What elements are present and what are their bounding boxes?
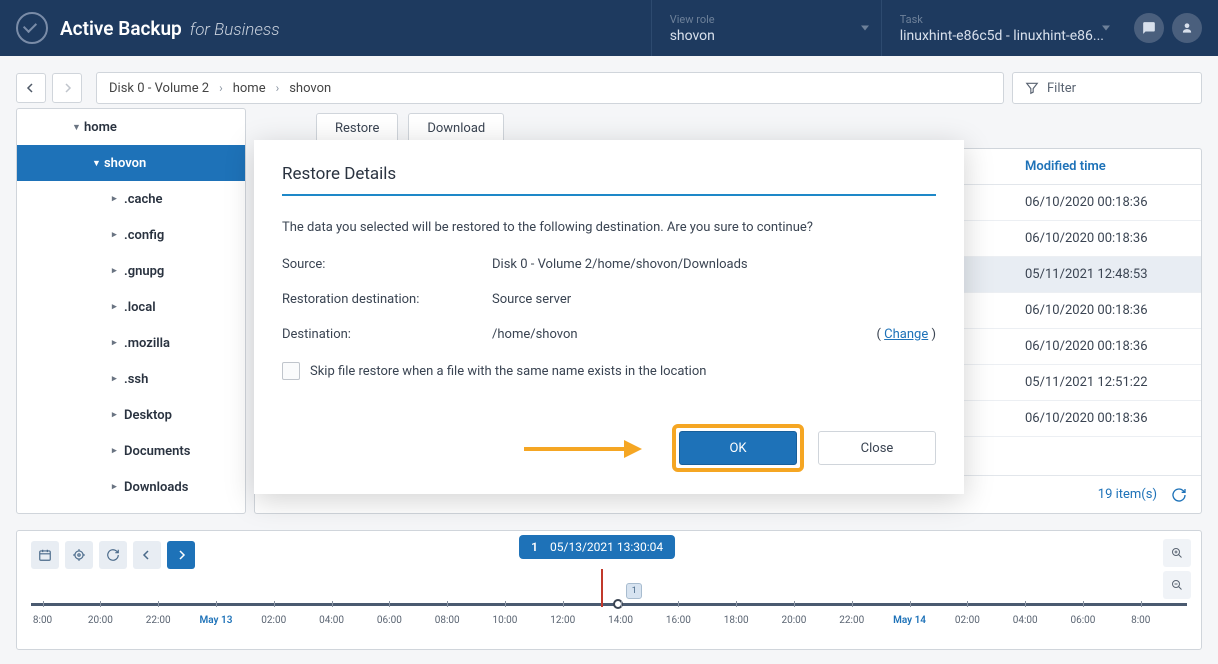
destination-label: Destination: (282, 327, 492, 342)
app-title: Active Backup for Business (60, 17, 280, 40)
skip-file-label: Skip file restore when a file with the s… (310, 364, 706, 379)
timeline-tick-label: 04:00 (1013, 615, 1038, 626)
modal-body-text: The data you selected will be restored t… (282, 220, 936, 235)
refresh-icon[interactable] (99, 541, 127, 569)
view-role-dropdown[interactable]: View role shovon (651, 0, 881, 56)
chevron-right-icon: › (276, 81, 280, 95)
tree-item[interactable]: ▸.gnupg (17, 253, 245, 289)
close-button[interactable]: Close (818, 431, 936, 465)
timeline-tick-label: 06:00 (1071, 615, 1096, 626)
folder-tree[interactable]: ▼home ▼shovon ▸.cache▸.config▸.gnupg▸.lo… (16, 108, 246, 514)
chevron-down-icon (861, 26, 869, 31)
timeline-tick-label: 8:00 (1131, 615, 1150, 626)
user-icon[interactable] (1172, 13, 1202, 43)
timeline-tick-label: 16:00 (666, 615, 691, 626)
tree-item[interactable]: ▸Downloads (17, 469, 245, 505)
tree-item[interactable]: ▸.ssh (17, 361, 245, 397)
tree-item-home[interactable]: ▼home (17, 109, 245, 145)
restore-button[interactable]: Restore (316, 113, 398, 143)
timeline-tick-label: 22:00 (839, 615, 864, 626)
tree-item[interactable]: ▸Documents (17, 433, 245, 469)
skip-file-checkbox[interactable] (282, 362, 300, 380)
task-dropdown[interactable]: Task linuxhint-e86c5d - linuxhint-e86... (881, 0, 1122, 56)
timeline-mini-badge[interactable]: 1 (626, 583, 642, 599)
app-header: Active Backup for Business View role sho… (0, 0, 1218, 56)
timeline-tick-label: 22:00 (146, 615, 171, 626)
messages-icon[interactable] (1134, 13, 1164, 43)
tree-item[interactable]: ▸Desktop (17, 397, 245, 433)
chevron-down-icon (1102, 26, 1110, 31)
chevron-right-icon: › (219, 81, 223, 95)
timeline-tick-label: 02:00 (261, 615, 286, 626)
timeline-tick-label: 12:00 (550, 615, 575, 626)
timeline-tick-label: May 14 (893, 615, 926, 626)
tree-item[interactable]: ▸.local (17, 289, 245, 325)
timeline-tick-label: 20:00 (782, 615, 807, 626)
timeline-tick-label: 06:00 (377, 615, 402, 626)
timeline-marker[interactable] (601, 569, 603, 607)
source-value: Disk 0 - Volume 2/home/shovon/Downloads (492, 257, 936, 272)
restoration-destination-value: Source server (492, 292, 936, 307)
view-role-value: shovon (670, 28, 863, 44)
restoration-destination-label: Restoration destination: (282, 292, 492, 307)
logo-area: Active Backup for Business (16, 12, 280, 44)
refresh-icon[interactable] (1171, 487, 1187, 503)
column-modified-time[interactable]: Modified time (1001, 159, 1201, 174)
timeline-tick-label: 08:00 (435, 615, 460, 626)
next-icon[interactable] (167, 541, 195, 569)
destination-value: /home/shovon ( Change ) (492, 327, 936, 342)
view-role-label: View role (670, 13, 863, 26)
timeline-current-badge: 1 05/13/2021 13:30:04 (519, 535, 675, 559)
modal-divider (282, 194, 936, 196)
timeline-tick-label: 04:00 (319, 615, 344, 626)
breadcrumb-segment[interactable]: Disk 0 - Volume 2 (109, 81, 209, 96)
timeline-tick-label: 02:00 (955, 615, 980, 626)
target-icon[interactable] (65, 541, 93, 569)
filter-button[interactable]: Filter (1012, 72, 1202, 104)
ok-button[interactable]: OK (679, 431, 797, 465)
ok-button-highlight: OK (672, 424, 804, 472)
task-label: Task (900, 13, 1104, 26)
timeline-tick-label: May 13 (199, 615, 232, 626)
item-count: 19 item(s) (1098, 487, 1157, 502)
modal-title: Restore Details (282, 164, 936, 184)
timeline-tick-label: 8:00 (33, 615, 52, 626)
tree-item-shovon[interactable]: ▼shovon (17, 145, 245, 181)
prev-icon[interactable] (133, 541, 161, 569)
timeline-point[interactable] (613, 599, 623, 609)
timeline-tick-label: 20:00 (88, 615, 113, 626)
breadcrumb[interactable]: Disk 0 - Volume 2 › home › shovon (96, 72, 1004, 104)
timeline-tick-label: 14:00 (608, 615, 633, 626)
download-button[interactable]: Download (408, 113, 504, 143)
nav-back-button[interactable] (16, 73, 46, 103)
calendar-icon[interactable] (31, 541, 59, 569)
nav-forward-button[interactable] (52, 73, 82, 103)
breadcrumb-segment[interactable]: shovon (289, 81, 331, 96)
task-value: linuxhint-e86c5d - linuxhint-e86... (900, 28, 1104, 44)
annotation-arrow-icon (524, 434, 644, 464)
tree-item[interactable]: ▸.cache (17, 181, 245, 217)
app-logo-icon (16, 12, 48, 44)
restore-details-modal: Restore Details The data you selected wi… (254, 140, 964, 494)
source-label: Source: (282, 257, 492, 272)
timeline-tick-label: 10:00 (493, 615, 518, 626)
timeline-tick-label: 18:00 (724, 615, 749, 626)
change-link[interactable]: Change (884, 327, 928, 342)
tree-item[interactable]: ▸.config (17, 217, 245, 253)
breadcrumb-segment[interactable]: home (233, 81, 266, 96)
zoom-in-icon[interactable] (1163, 539, 1191, 567)
timeline[interactable]: 1 05/13/2021 13:30:04 1 8:00 20:00 22:00 Ma… (16, 530, 1202, 650)
tree-item[interactable]: ▸.mozilla (17, 325, 245, 361)
filter-icon (1025, 81, 1039, 95)
